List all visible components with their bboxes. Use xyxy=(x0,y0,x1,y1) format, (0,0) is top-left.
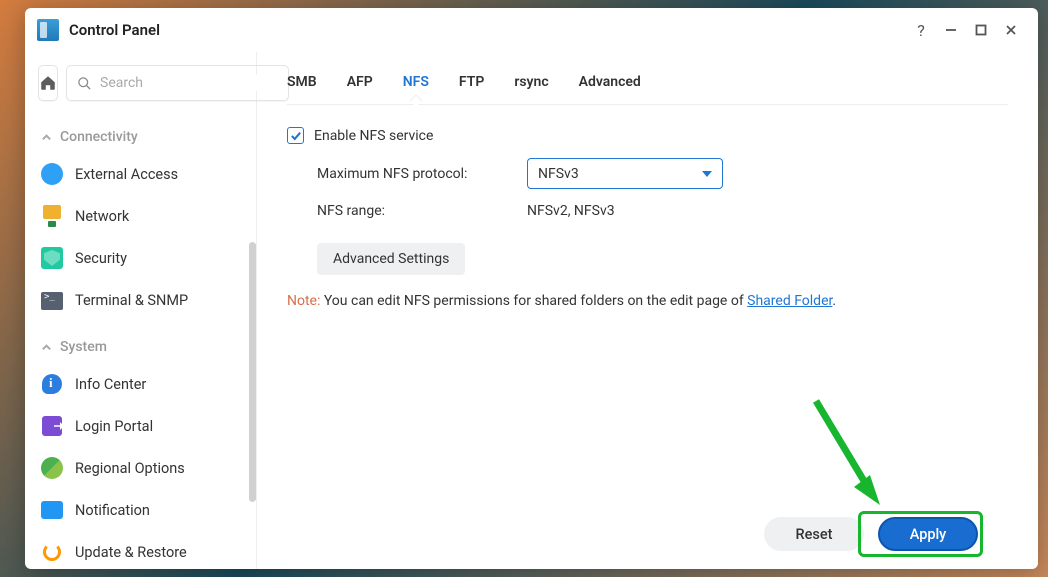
tabs: SMB AFP NFS FTP rsync Advanced xyxy=(287,52,1008,105)
max-proto-select[interactable]: NFSv3 xyxy=(527,158,723,189)
search-icon xyxy=(77,76,92,91)
search-input-wrap[interactable] xyxy=(66,65,289,101)
enable-nfs-row[interactable]: Enable NFS service xyxy=(287,127,1008,144)
sidebar-item-regional[interactable]: Regional Options xyxy=(25,447,256,489)
max-proto-label: Maximum NFS protocol: xyxy=(317,166,527,182)
sidebar-item-update[interactable]: Update & Restore xyxy=(25,531,256,569)
reset-button[interactable]: Reset xyxy=(764,517,864,551)
sidebar-item-terminal[interactable]: Terminal & SNMP xyxy=(25,279,256,321)
tab-ftp[interactable]: FTP xyxy=(459,74,484,104)
enable-nfs-checkbox[interactable] xyxy=(287,127,304,144)
tab-content: Enable NFS service Maximum NFS protocol:… xyxy=(287,105,1008,499)
tab-rsync[interactable]: rsync xyxy=(514,74,548,104)
sidebar-item-notification[interactable]: Notification xyxy=(25,489,256,531)
close-button[interactable] xyxy=(996,15,1026,45)
note-tail: . xyxy=(832,293,836,309)
sidebar-list: Connectivity External Access Network Sec… xyxy=(25,111,256,569)
caret-down-icon xyxy=(702,171,712,177)
shield-icon xyxy=(41,247,63,269)
advanced-settings-button[interactable]: Advanced Settings xyxy=(317,243,465,275)
shared-folder-link[interactable]: Shared Folder xyxy=(747,293,832,309)
update-icon xyxy=(41,541,63,563)
note-label: Note: xyxy=(287,293,320,309)
check-icon xyxy=(290,131,302,141)
control-panel-window: Control Panel ? Connectivity xyxy=(25,8,1038,569)
sidebar-scrollbar[interactable] xyxy=(249,242,256,502)
apply-button[interactable]: Apply xyxy=(878,517,978,551)
help-button[interactable]: ? xyxy=(906,15,936,45)
nfs-range-value: NFSv2, NFSv3 xyxy=(527,203,615,219)
window-title: Control Panel xyxy=(69,21,160,39)
region-icon xyxy=(41,457,63,479)
body: Connectivity External Access Network Sec… xyxy=(25,52,1038,569)
nfs-range-label: NFS range: xyxy=(317,203,527,219)
enable-nfs-label: Enable NFS service xyxy=(314,128,433,144)
terminal-icon xyxy=(41,292,63,310)
control-panel-icon xyxy=(37,19,59,41)
chevron-up-icon xyxy=(41,132,52,143)
chevron-up-icon xyxy=(41,342,52,353)
footer: Reset Apply xyxy=(287,499,1008,569)
sidebar: Connectivity External Access Network Sec… xyxy=(25,52,257,569)
max-proto-value: NFSv3 xyxy=(538,166,579,182)
network-icon xyxy=(41,205,63,227)
sidebar-item-external-access[interactable]: External Access xyxy=(25,153,256,195)
tab-advanced[interactable]: Advanced xyxy=(579,74,641,104)
note-text: You can edit NFS permissions for shared … xyxy=(320,293,747,309)
minimize-button[interactable] xyxy=(936,15,966,45)
login-icon xyxy=(42,416,62,436)
sidebar-section-connectivity[interactable]: Connectivity xyxy=(25,111,256,153)
sidebar-item-network[interactable]: Network xyxy=(25,195,256,237)
sidebar-section-system[interactable]: System xyxy=(25,321,256,363)
sidebar-item-security[interactable]: Security xyxy=(25,237,256,279)
sidebar-item-login-portal[interactable]: Login Portal xyxy=(25,405,256,447)
titlebar: Control Panel ? xyxy=(25,8,1038,52)
tab-nfs[interactable]: NFS xyxy=(403,74,429,104)
note-row: Note: You can edit NFS permissions for s… xyxy=(287,293,1008,309)
info-icon xyxy=(42,374,62,394)
tab-afp[interactable]: AFP xyxy=(347,74,373,104)
main-panel: SMB AFP NFS FTP rsync Advanced Enable NF… xyxy=(257,52,1038,569)
home-button[interactable] xyxy=(38,65,58,101)
search-input[interactable] xyxy=(100,75,278,91)
globe-icon xyxy=(41,163,63,185)
maximize-button[interactable] xyxy=(966,15,996,45)
notification-icon xyxy=(41,501,63,519)
tab-smb[interactable]: SMB xyxy=(287,74,317,104)
sidebar-item-info-center[interactable]: Info Center xyxy=(25,363,256,405)
